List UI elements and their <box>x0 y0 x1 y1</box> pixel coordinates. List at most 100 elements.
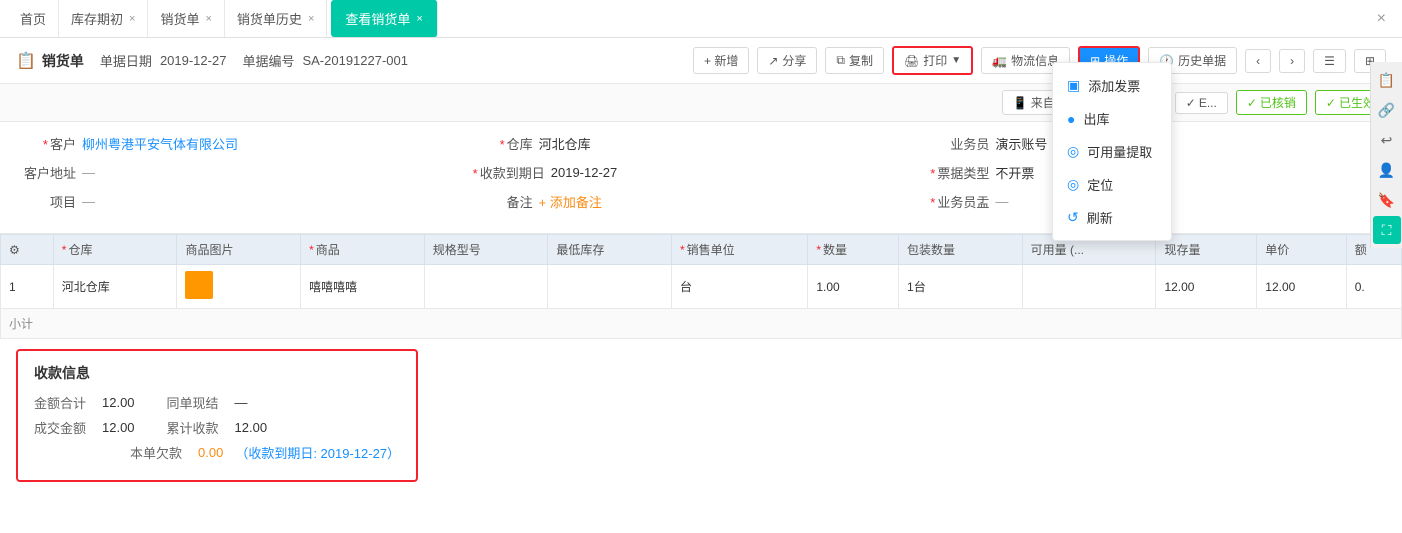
ticket-type-label: 票据类型 <box>929 163 989 182</box>
staff-label: 业务员 <box>929 134 989 153</box>
note-add[interactable]: + 添加备注 <box>539 192 602 211</box>
deal-amount-label: 成交金额 <box>34 418 94 437</box>
subtotal-row: 小计 <box>1 309 1402 339</box>
tab-sales-order-close[interactable]: × <box>205 13 211 25</box>
deal-amount-item: 成交金额 12.00 <box>34 418 135 437</box>
cell-unit: 台 <box>672 265 808 309</box>
same-bill-item: 同单现结 — <box>167 393 248 412</box>
doc-title-label: 销货单 <box>42 51 84 71</box>
form-row-2: 客户地址 — 收款到期日 2019-12-27 票据类型 不开票 <box>16 163 1386 182</box>
cell-warehouse: 河北仓库 <box>53 265 177 309</box>
address-group: 客户地址 — <box>16 163 473 182</box>
th-quantity: 数量 <box>808 235 899 265</box>
outstanding-item: 本单欠款 0.00 （收款到期日: 2019-12-27） <box>130 443 400 462</box>
dropdown-add-invoice[interactable]: ▣ 添加发票 <box>1053 69 1171 102</box>
truck-icon: 🚛 <box>992 54 1007 68</box>
share-button[interactable]: ↗ 分享 <box>757 47 817 74</box>
sold-out-tag[interactable]: ✓ 已核销 <box>1236 90 1307 115</box>
cell-available <box>1022 265 1156 309</box>
th-settings: ⚙ <box>1 235 54 265</box>
form-section: 客户 柳州粤港平安气体有限公司 仓库 河北仓库 业务员 演示账号 客户地址 — <box>0 122 1402 233</box>
dropdown-add-invoice-label: 添加发票 <box>1088 76 1140 95</box>
sidebar-icon-5[interactable]: 🔖 <box>1373 186 1401 214</box>
window-close-button[interactable]: × <box>1369 10 1394 28</box>
th-min-stock: 最低库存 <box>548 235 672 265</box>
due-date-suffix: （收款到期日: 2019-12-27） <box>235 443 400 462</box>
copy-button[interactable]: ⧉ 复制 <box>825 47 884 74</box>
tab-inventory[interactable]: 库存期初 × <box>59 0 148 37</box>
sidebar-icon-4[interactable]: 👤 <box>1373 156 1401 184</box>
doc-date-label: 单据日期 2019-12-27 <box>100 51 227 70</box>
tab-sales-order-label: 销货单 <box>160 9 199 28</box>
form-row-1: 客户 柳州粤港平安气体有限公司 仓库 河北仓库 业务员 演示账号 <box>16 134 1386 153</box>
cell-no: 1 <box>1 265 54 309</box>
warehouse-value: 河北仓库 <box>539 134 591 153</box>
dropdown-locate[interactable]: ◎ 定位 <box>1053 168 1171 201</box>
tab-sales-order[interactable]: 销货单 × <box>148 0 224 37</box>
print-button[interactable]: 🖨 打印 ▼ <box>892 46 973 75</box>
th-warehouse: 仓库 <box>53 235 177 265</box>
total-received-item: 累计收款 12.00 <box>167 418 268 437</box>
sales-staff-value: — <box>995 194 1008 209</box>
confirm-icon: ✓ <box>1186 96 1196 110</box>
payment-info: 收款信息 金额合计 12.00 同单现结 — 成交金额 12.00 <box>16 349 418 482</box>
tab-home[interactable]: 首页 <box>8 0 59 37</box>
tab-inventory-close[interactable]: × <box>129 13 135 25</box>
warehouse-label: 仓库 <box>473 134 533 153</box>
doc-actions: + 新增 ↗ 分享 ⧉ 复制 🖨 打印 ▼ 🚛 物流信息 <box>693 46 1386 75</box>
payment-title: 收款信息 <box>34 363 400 383</box>
note-label: 备注 <box>473 192 533 211</box>
due-date-group: 收款到期日 2019-12-27 <box>473 163 930 182</box>
main-content: 📋 销货单 单据日期 2019-12-27 单据编号 SA-20191227-0… <box>0 38 1402 533</box>
product-thumbnail <box>185 271 213 299</box>
project-group: 项目 — <box>16 192 473 211</box>
available-qty-icon: ◎ <box>1067 143 1079 160</box>
sidebar-icon-6[interactable]: ⛶ <box>1373 216 1401 244</box>
due-date-label: 收款到期日 <box>473 163 545 182</box>
operation-dropdown: ▣ 添加发票 ● 出库 ◎ 可用量提取 ◎ 定位 ↺ 刷新 <box>1052 62 1172 241</box>
bottom-section: 收款信息 金额合计 12.00 同单现结 — 成交金额 12.00 <box>0 339 1402 492</box>
th-product: 商品 <box>301 235 425 265</box>
tab-view-sales[interactable]: 查看销货单 × <box>331 0 437 37</box>
th-image: 商品图片 <box>177 235 301 265</box>
dropdown-outbound[interactable]: ● 出库 <box>1053 102 1171 135</box>
sidebar-icon-1[interactable]: 📋 <box>1373 66 1401 94</box>
dropdown-available-qty[interactable]: ◎ 可用量提取 <box>1053 135 1171 168</box>
list-view-button[interactable]: ☰ <box>1313 49 1346 73</box>
confirm-button[interactable]: ✓ E... <box>1175 92 1228 114</box>
cell-amount: 0. <box>1346 265 1401 309</box>
tab-sales-history-close[interactable]: × <box>308 13 314 25</box>
payment-row-3: 本单欠款 0.00 （收款到期日: 2019-12-27） <box>34 443 400 462</box>
project-value: — <box>82 194 95 209</box>
dropdown-refresh[interactable]: ↺ 刷新 <box>1053 201 1171 234</box>
th-unit-price: 单价 <box>1257 235 1346 265</box>
prev-doc-button[interactable]: ‹ <box>1245 49 1271 73</box>
check-icon-2: ✓ <box>1326 96 1336 110</box>
subtotal-label: 小计 <box>1 309 1402 339</box>
new-button[interactable]: + 新增 <box>693 47 749 74</box>
same-bill-value: — <box>235 395 248 410</box>
share-icon: ↗ <box>768 54 778 68</box>
next-doc-button[interactable]: › <box>1279 49 1305 73</box>
total-amount-item: 金额合计 12.00 <box>34 393 135 412</box>
sidebar-icon-3[interactable]: ↩ <box>1373 126 1401 154</box>
cell-image <box>177 265 301 309</box>
customer-label: 客户 <box>16 134 76 153</box>
dropdown-locate-label: 定位 <box>1087 175 1113 194</box>
warehouse-group: 仓库 河北仓库 <box>473 134 930 153</box>
customer-value[interactable]: 柳州粤港平安气体有限公司 <box>82 134 238 153</box>
cell-pack-qty: 1台 <box>899 265 1023 309</box>
sidebar-icon-2[interactable]: 🔗 <box>1373 96 1401 124</box>
th-unit: 销售单位 <box>672 235 808 265</box>
print-chevron-icon: ▼ <box>951 55 961 66</box>
check-icon: ✓ <box>1247 96 1257 110</box>
settings-icon: ⚙ <box>9 243 20 257</box>
doc-title: 📋 销货单 <box>16 51 84 71</box>
refresh-icon: ↺ <box>1067 209 1079 226</box>
tab-sales-history[interactable]: 销货单历史 × <box>225 0 327 37</box>
sub-action-bar: 📱 来自手机 未开票 ✓ E... ✓ 已核销 ✓ 已生效 <box>0 84 1402 122</box>
tab-view-sales-close[interactable]: × <box>416 13 422 25</box>
form-row-3: 项目 — 备注 + 添加备注 业务员盂 — <box>16 192 1386 211</box>
cell-current-stock: 12.00 <box>1156 265 1257 309</box>
tab-view-sales-label: 查看销货单 <box>345 9 410 28</box>
